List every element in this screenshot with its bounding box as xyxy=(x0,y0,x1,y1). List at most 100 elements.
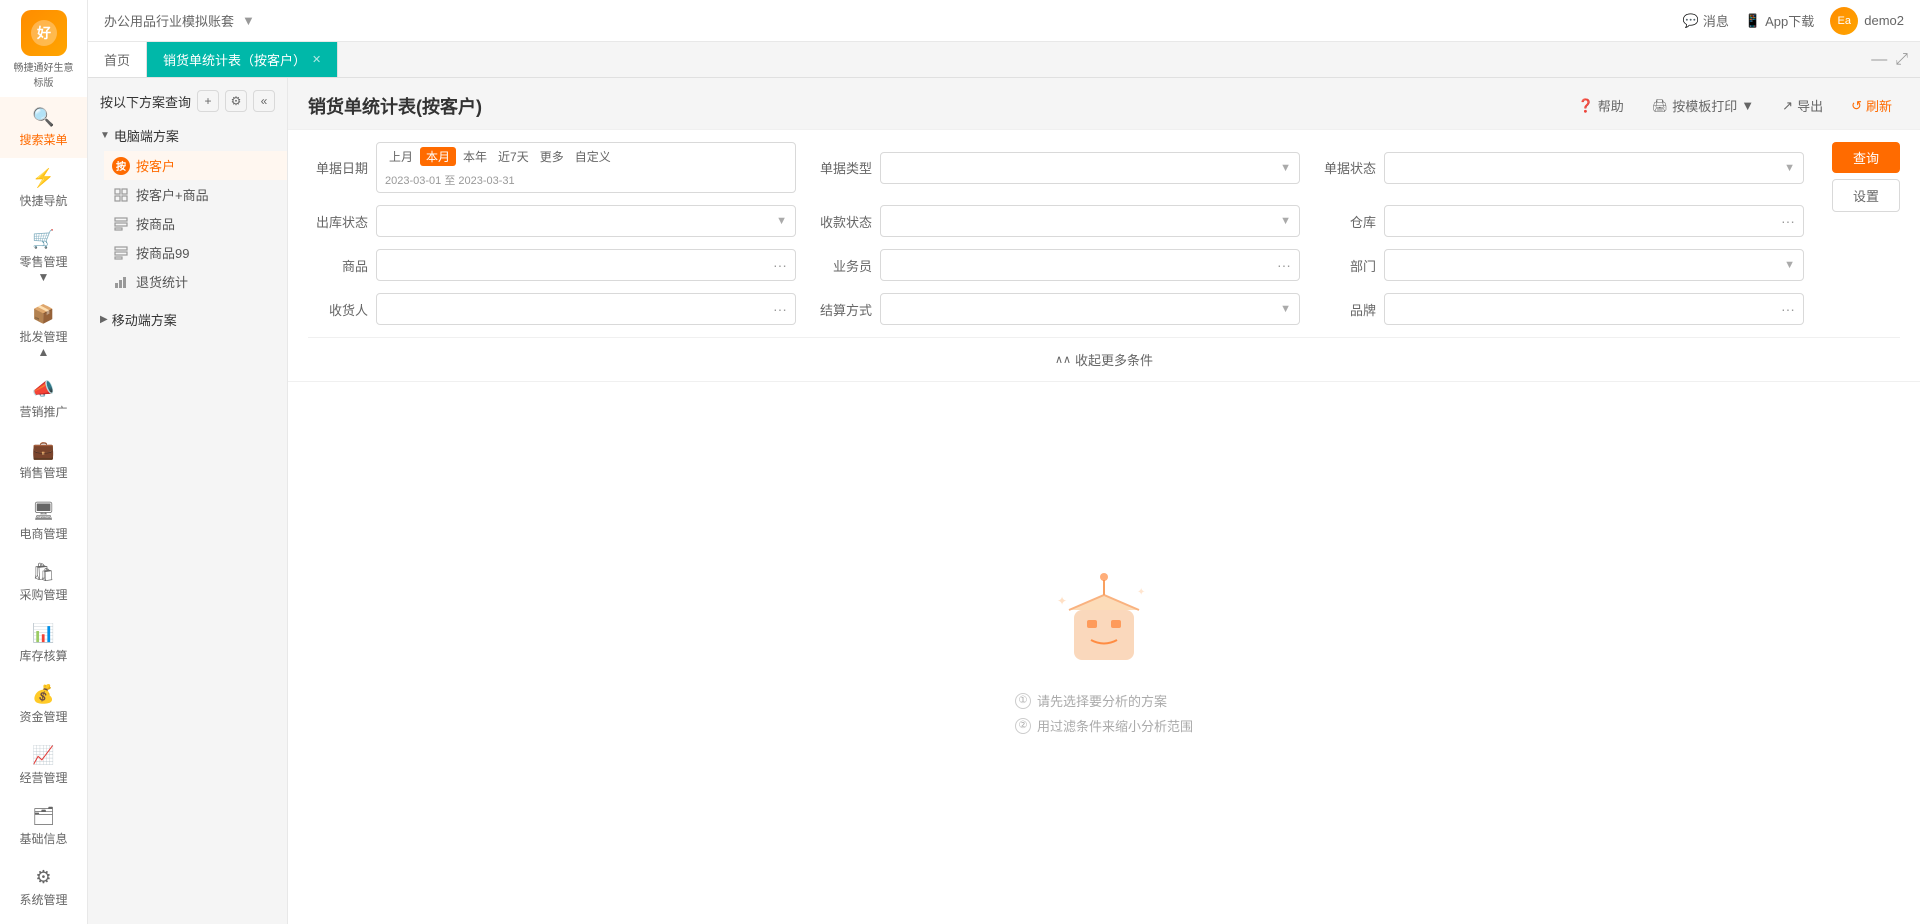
settings-button[interactable]: 设置 xyxy=(1832,179,1900,212)
sidebar-item-system[interactable]: ⚙ 系统管理 xyxy=(0,857,87,918)
empty-state: ✦ ✦ ① 请先选择要分析的方案 ② 用过滤条件来缩小分析范围 xyxy=(1015,485,1193,821)
left-panel-header: 按以下方案查询 + ⚙ « xyxy=(88,90,287,120)
tree-child-goods-label: 按商品 xyxy=(136,214,175,233)
tab-minimize-btn[interactable]: — xyxy=(1871,51,1887,69)
logo-icon: 好 xyxy=(21,10,67,56)
tree-child-by-goods[interactable]: 按商品 xyxy=(104,209,287,238)
tab-maximize-btn[interactable]: ⤢ xyxy=(1895,51,1908,69)
user-btn[interactable]: Ea demo2 xyxy=(1830,7,1904,35)
return-stats-icon xyxy=(112,273,130,291)
date-tab-more[interactable]: 更多 xyxy=(536,147,568,166)
warehouse-label: 仓库 xyxy=(1316,212,1376,231)
tab-home[interactable]: 首页 xyxy=(88,42,147,77)
date-tab-this-year[interactable]: 本年 xyxy=(459,147,491,166)
message-icon: 💬 xyxy=(1683,13,1699,29)
outbound-control[interactable]: ▼ xyxy=(376,205,796,237)
tree-child-goods99-label: 按商品99 xyxy=(136,243,189,262)
message-btn[interactable]: 💬 消息 xyxy=(1683,11,1729,30)
sidebar-item-basic[interactable]: 🗂 基础信息 xyxy=(0,796,87,857)
download-label: App下载 xyxy=(1765,11,1814,30)
tree-expand-icon: ▼ xyxy=(100,130,110,141)
salesperson-dots-icon: ··· xyxy=(1277,257,1291,273)
tree-parent-desktop[interactable]: ▼ 电脑端方案 xyxy=(88,120,287,151)
date-tab-7days[interactable]: 近7天 xyxy=(494,147,533,166)
sidebar: 好 畅捷通好生意 标版 🔍 搜索菜单 ⚡ 快捷导航 🛒 零售管理 ▼ 📦 批发管… xyxy=(0,0,88,924)
filter-settlement: 结算方式 ▼ xyxy=(812,293,1300,325)
print-btn[interactable]: 🖨 按模板打印 ▼ xyxy=(1644,92,1762,119)
tab-close-btn[interactable]: ✕ xyxy=(312,53,321,66)
industry-dropdown-icon[interactable]: ▼ xyxy=(242,13,255,28)
page-title: 销货单统计表(按客户) xyxy=(308,93,482,119)
sidebar-item-quicknav-label: 快捷导航 xyxy=(19,192,67,209)
brand-control[interactable]: ··· xyxy=(1384,293,1804,325)
salesperson-label: 业务员 xyxy=(812,256,872,275)
sidebar-item-purchase[interactable]: 🛍 采购管理 xyxy=(0,552,87,613)
filter-goods: 商品 ··· xyxy=(308,249,796,281)
goods-icon xyxy=(112,215,130,233)
recipient-control[interactable]: ··· xyxy=(376,293,796,325)
sidebar-item-inventory[interactable]: 📊 库存核算 xyxy=(0,613,87,674)
tree-parent-mobile[interactable]: ▶ 移动端方案 xyxy=(88,304,287,335)
wholesale-expand-icon: ▲ xyxy=(38,345,50,359)
warehouse-control[interactable]: ··· xyxy=(1384,205,1804,237)
status-label: 单据状态 xyxy=(1316,158,1376,177)
filter-area: 单据日期 上月 本月 本年 近7天 更多 自定义 xyxy=(288,130,1920,382)
sidebar-item-finance[interactable]: 💰 资金管理 xyxy=(0,674,87,735)
filter-action-buttons: 查询 设置 xyxy=(1832,142,1900,212)
print-dropdown-icon[interactable]: ▼ xyxy=(1741,98,1754,113)
tree-child-goods99[interactable]: 按商品99 xyxy=(104,238,287,267)
collection-control[interactable]: ▼ xyxy=(880,205,1300,237)
sidebar-item-wholesale[interactable]: 📦 批发管理 ▲ xyxy=(0,294,87,369)
refresh-btn[interactable]: ↺ 刷新 xyxy=(1843,92,1900,119)
panel-collapse-btn[interactable]: « xyxy=(253,90,275,112)
tree-children-desktop: 按 按客户 按客户+商品 按商品 xyxy=(88,151,287,296)
filter-salesperson: 业务员 ··· xyxy=(812,249,1300,281)
sidebar-item-sales[interactable]: 💼 销售管理 xyxy=(0,430,87,491)
tree-child-customer-goods[interactable]: 按客户+商品 xyxy=(104,180,287,209)
tree-child-by-customer[interactable]: 按 按客户 xyxy=(104,151,287,180)
filter-grid-row4: 收货人 ··· 结算方式 ▼ xyxy=(308,293,1804,325)
search-icon: 🔍 xyxy=(32,107,54,128)
panel-add-btn[interactable]: + xyxy=(197,90,219,112)
export-btn[interactable]: ↗ 导出 xyxy=(1774,92,1831,119)
date-tab-custom[interactable]: 自定义 xyxy=(571,147,615,166)
panel-settings-btn[interactable]: ⚙ xyxy=(225,90,247,112)
sidebar-item-operations[interactable]: 📈 经营管理 xyxy=(0,735,87,796)
download-btn[interactable]: 📱 App下载 xyxy=(1745,11,1814,30)
tab-sales-statistics[interactable]: 销货单统计表（按客户） ✕ xyxy=(147,42,338,77)
query-button[interactable]: 查询 xyxy=(1832,142,1900,173)
sidebar-item-marketing[interactable]: 📣 营销推广 xyxy=(0,369,87,430)
empty-illustration: ✦ ✦ xyxy=(1049,565,1159,675)
type-label: 单据类型 xyxy=(812,158,872,177)
sidebar-item-cooperation[interactable]: 🤝 企业协同 xyxy=(0,918,87,924)
sidebar-item-ecommerce[interactable]: 🖥 电商管理 xyxy=(0,491,87,552)
salesperson-control[interactable]: ··· xyxy=(880,249,1300,281)
top-bar-right: 💬 消息 📱 App下载 Ea demo2 xyxy=(1683,7,1904,35)
page-body: 按以下方案查询 + ⚙ « ▼ 电脑端方案 按 按客户 xyxy=(88,78,1920,924)
date-control[interactable]: 上月 本月 本年 近7天 更多 自定义 2023-03-01 至 2023-03… xyxy=(376,142,796,193)
department-control[interactable]: ▼ xyxy=(1384,249,1804,281)
collapse-label: 收起更多条件 xyxy=(1075,350,1153,369)
goods-control[interactable]: ··· xyxy=(376,249,796,281)
date-tab-last-month[interactable]: 上月 xyxy=(385,147,417,166)
right-content: 销货单统计表(按客户) ❓ 帮助 🖨 按模板打印 ▼ ↗ 导出 xyxy=(288,78,1920,924)
help-btn[interactable]: ❓ 帮助 xyxy=(1570,92,1632,119)
tree-child-return-stats[interactable]: 退货统计 xyxy=(104,267,287,296)
collapse-btn[interactable]: ∧∧ 收起更多条件 xyxy=(1043,346,1165,373)
sidebar-item-quicknav[interactable]: ⚡ 快捷导航 xyxy=(0,158,87,219)
filter-status: 单据状态 ▼ xyxy=(1316,142,1804,193)
filter-left: 单据日期 上月 本月 本年 近7天 更多 自定义 xyxy=(308,142,1804,325)
settlement-control[interactable]: ▼ xyxy=(880,293,1300,325)
industry-label: 办公用品行业模拟账套 xyxy=(104,11,234,30)
date-tab-this-month[interactable]: 本月 xyxy=(420,147,456,166)
empty-step-2: ② 用过滤条件来缩小分析范围 xyxy=(1015,716,1193,735)
customer-active-icon: 按 xyxy=(112,157,130,175)
status-control[interactable]: ▼ xyxy=(1384,152,1804,184)
sidebar-item-retail[interactable]: 🛒 零售管理 ▼ xyxy=(0,219,87,294)
top-bar: 办公用品行业模拟账套 ▼ 💬 消息 📱 App下载 Ea demo2 xyxy=(88,0,1920,42)
type-control[interactable]: ▼ xyxy=(880,152,1300,184)
operations-icon: 📈 xyxy=(32,745,54,766)
retail-expand-icon: ▼ xyxy=(38,270,50,284)
sidebar-item-inventory-label: 库存核算 xyxy=(19,647,67,664)
sidebar-item-search[interactable]: 🔍 搜索菜单 xyxy=(0,97,87,158)
